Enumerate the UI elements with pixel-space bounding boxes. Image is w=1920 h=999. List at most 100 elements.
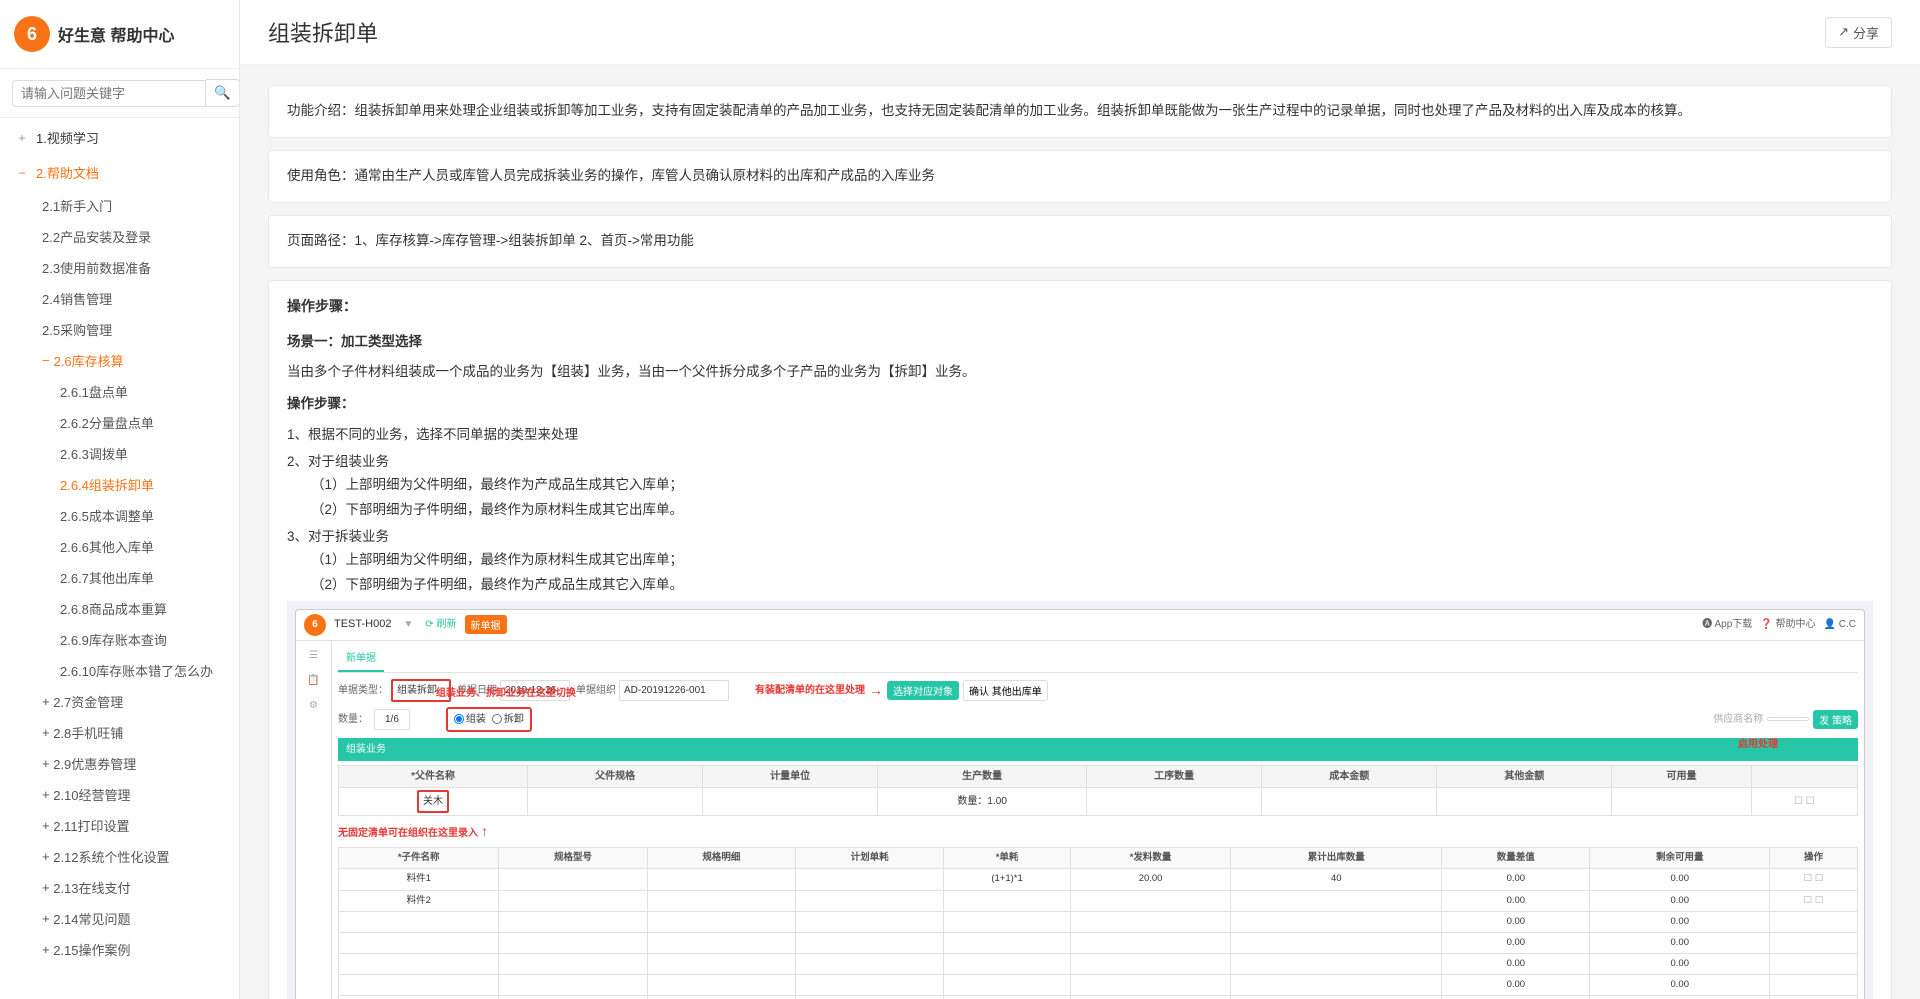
plus-icon-213: + — [42, 880, 50, 895]
search-button[interactable]: 🔍 — [206, 79, 240, 107]
steps-title: 操作步骤： — [287, 295, 1873, 319]
mock-lower-row-3: 0.000.00 — [339, 911, 1858, 932]
sidebar-item-268[interactable]: 2.6.8商品成本重算 — [46, 593, 239, 624]
sidebar-item-22[interactable]: 2.2产品安装及登录 — [28, 221, 239, 252]
mock-topbar: 6 TEST-H002 ▼ ⟳ 刷新 新单据 🅐 App下载 ❓ 帮助中心 👤 … — [296, 610, 1864, 641]
minus-icon: − — [14, 165, 30, 181]
help-icon: ❓ 帮助中心 — [1760, 616, 1815, 633]
search-input[interactable] — [12, 80, 206, 107]
sidebar-item-261[interactable]: 2.6.1盘点单 — [46, 376, 239, 407]
upper-row1-name: 关木 — [417, 790, 449, 813]
sidebar-item-video[interactable]: + 1.视频学习 — [0, 120, 239, 155]
sidebar-item-26[interactable]: − 2.6库存核算 — [28, 345, 239, 376]
mock-newdoc-btn[interactable]: 新单据 — [465, 615, 507, 634]
sidebar-item-267[interactable]: 2.6.7其他出库单 — [46, 562, 239, 593]
mock-doctype-field: 单据类型： 组装拆卸 — [338, 679, 451, 702]
mock-select-btn[interactable]: 选择对应对象 — [887, 681, 959, 700]
sidebar-item-263[interactable]: 2.6.3调拨单 — [46, 438, 239, 469]
plus-icon-212: + — [42, 849, 50, 864]
sidebar-item-video-label: 1.视频学习 — [36, 128, 99, 147]
mock-lower-row-1: 料件1 (1+1)*1 20.00 40 0.00 0.00 — [339, 869, 1858, 890]
mock-action-btn[interactable]: 确认 其他出库单 — [963, 680, 1048, 701]
main-header: 组装拆卸单 ↗ 分享 — [240, 0, 1920, 65]
sidebar-item-25[interactable]: 2.5采购管理 — [28, 314, 239, 345]
sidebar-item-269[interactable]: 2.6.9库存账本查询 — [46, 624, 239, 655]
sidebar-item-docs-label: 2.帮助文档 — [36, 163, 99, 182]
mock-confirm-btn[interactable]: 发 策略 — [1813, 710, 1858, 729]
main-content: 组装拆卸单 ↗ 分享 功能介绍：组装拆卸单用来处理企业组装或拆卸等加工业务，支持… — [240, 0, 1920, 999]
sidebar-logo: 6 好生意 帮助中心 — [0, 0, 239, 69]
sidebar-item-265[interactable]: 2.6.5成本调整单 — [46, 500, 239, 531]
mock-supplier-label: 供应商名称 — [1713, 711, 1763, 728]
intro-text: 功能介绍：组装拆卸单用来处理企业组装或拆卸等加工业务，支持有固定装配清单的产品加… — [287, 103, 1691, 118]
mock-upper-table: *父件名称 父件规格 计量单位 生产数量 工序数量 成本金额 其他金额 可用量 — [338, 765, 1858, 816]
step3a: （1）上部明细为父件明细，最终作为原材料生成其它出库单； — [311, 549, 1873, 572]
sidebar-item-2610[interactable]: 2.6.10库存账本错了怎么办 — [46, 655, 239, 686]
sidebar-item-27[interactable]: + 2.7资金管理 — [28, 686, 239, 717]
app-icon: 🅐 App下载 — [1702, 616, 1752, 633]
mock-lower-row-5: 0.000.00 — [339, 954, 1858, 975]
mock-org-field: 单据组织 AD-20191226-001 — [576, 680, 729, 701]
sidebar-item-210[interactable]: + 2.10经营管理 — [28, 779, 239, 810]
mock-company: TEST-H002 — [334, 615, 391, 634]
arrow-up-icon: ↑ — [481, 823, 488, 839]
plus-icon-29: + — [42, 756, 50, 771]
mock-tab-new[interactable]: 新单据 — [338, 647, 384, 672]
sidebar-item-264[interactable]: 2.6.4组装拆卸单 — [46, 469, 239, 500]
sidebar-item-21[interactable]: 2.1新手入门 — [28, 190, 239, 221]
share-button[interactable]: ↗ 分享 — [1825, 17, 1892, 48]
sidebar-item-212[interactable]: + 2.12系统个性化设置 — [28, 841, 239, 872]
sidebar-item-24[interactable]: 2.4销售管理 — [28, 283, 239, 314]
plus-icon: + — [14, 130, 30, 146]
logo-icon: 6 — [14, 16, 50, 52]
plus-icon-27: + — [42, 694, 50, 709]
plus-icon-211: + — [42, 818, 50, 833]
arrow-right-icon: → — [869, 679, 883, 703]
mock-radio-group: 组装 拆卸 — [446, 707, 532, 732]
scenario1-desc: 当由多个子件材料组装成一个成品的业务为【组装】业务，当由一个父件拆分成多个子产品… — [287, 360, 1873, 384]
mock-logo: 6 — [304, 614, 326, 636]
search-bar: 🔍 — [0, 69, 239, 118]
mock-qty: 1/6 — [374, 709, 410, 730]
sidebar-item-29[interactable]: + 2.9优惠券管理 — [28, 748, 239, 779]
scenario1-title: 场景一：加工类型选择 — [287, 331, 1873, 354]
sidebar-item-262[interactable]: 2.6.2分量盘点单 — [46, 407, 239, 438]
annotation-quick-process: 启用处理 — [1738, 736, 1778, 753]
plus-icon-214: + — [42, 911, 50, 926]
sidebar-item-211[interactable]: + 2.11打印设置 — [28, 810, 239, 841]
mock-upper-row-1: 关木 数量：1.00 — [339, 787, 1858, 815]
mock-sidebar-icons: ☰📋⚙ — [296, 641, 332, 999]
steps-list: 1、根据不同的业务，选择不同单据的类型来处理 2、对于组装业务 （1）上部明细为… — [287, 424, 1873, 597]
plus-icon-210: + — [42, 787, 50, 802]
mock-lower-row-4: 0.000.00 — [339, 932, 1858, 953]
plus-icon-28: + — [42, 725, 50, 740]
mock-radio-disassemble[interactable]: 拆卸 — [492, 711, 524, 728]
sidebar-item-23[interactable]: 2.3使用前数据准备 — [28, 252, 239, 283]
sidebar-item-28[interactable]: + 2.8手机旺铺 — [28, 717, 239, 748]
page-title: 组装拆卸单 — [268, 16, 378, 48]
sidebar-item-215[interactable]: + 2.15操作案例 — [28, 934, 239, 965]
sidebar-item-213[interactable]: + 2.13在线支付 — [28, 872, 239, 903]
annotation-no-bom: 无固定清单可在组织在这里录入 — [338, 828, 478, 839]
mock-lower-row-2: 料件2 0.00 0.00 — [339, 890, 1858, 911]
sidebar-item-docs[interactable]: − 2.帮助文档 — [0, 155, 239, 190]
mock-lower-row-6: 0.000.00 — [339, 975, 1858, 996]
role-text: 使用角色：通常由生产人员或库管人员完成拆装业务的操作，库管人员确认原材料的出库和… — [287, 168, 935, 183]
logo-text: 好生意 帮助中心 — [58, 22, 174, 46]
step2a: （1）上部明细为父件明细，最终作为产成品生成其它入库单； — [311, 474, 1873, 497]
share-icon: ↗ — [1838, 24, 1849, 40]
sidebar-item-214[interactable]: + 2.14常见问题 — [28, 903, 239, 934]
steps-label: 操作步骤： — [287, 392, 1873, 416]
mock-radio-assemble[interactable]: 组装 — [454, 711, 486, 728]
content-area: 功能介绍：组装拆卸单用来处理企业组装或拆卸等加工业务，支持有固定装配清单的产品加… — [240, 65, 1920, 999]
mock-tabs: 新单据 — [338, 647, 1858, 673]
step2b: （2）下部明细为子件明细，最终作为原材料生成其它出库单。 — [311, 499, 1873, 522]
step1: 1、根据不同的业务，选择不同单据的类型来处理 — [287, 424, 1873, 447]
mock-section-upper: 组装业务 — [338, 738, 1858, 761]
role-block: 使用角色：通常由生产人员或库管人员完成拆装业务的操作，库管人员确认原材料的出库和… — [268, 150, 1892, 203]
path-text: 页面路径：1、库存核算->库存管理->组装拆卸单 2、首页->常用功能 — [287, 233, 694, 248]
mock-form-area: 新单据 单据类型： 组装拆卸 单据日期 2019-12-26 — [332, 641, 1864, 999]
sidebar-item-266[interactable]: 2.6.6其他入库单 — [46, 531, 239, 562]
sidebar: 6 好生意 帮助中心 🔍 + 1.视频学习 − 2.帮助文档 2.1新手入门 2… — [0, 0, 240, 999]
step3: 3、对于拆装业务 （1）上部明细为父件明细，最终作为原材料生成其它出库单； （2… — [287, 526, 1873, 597]
